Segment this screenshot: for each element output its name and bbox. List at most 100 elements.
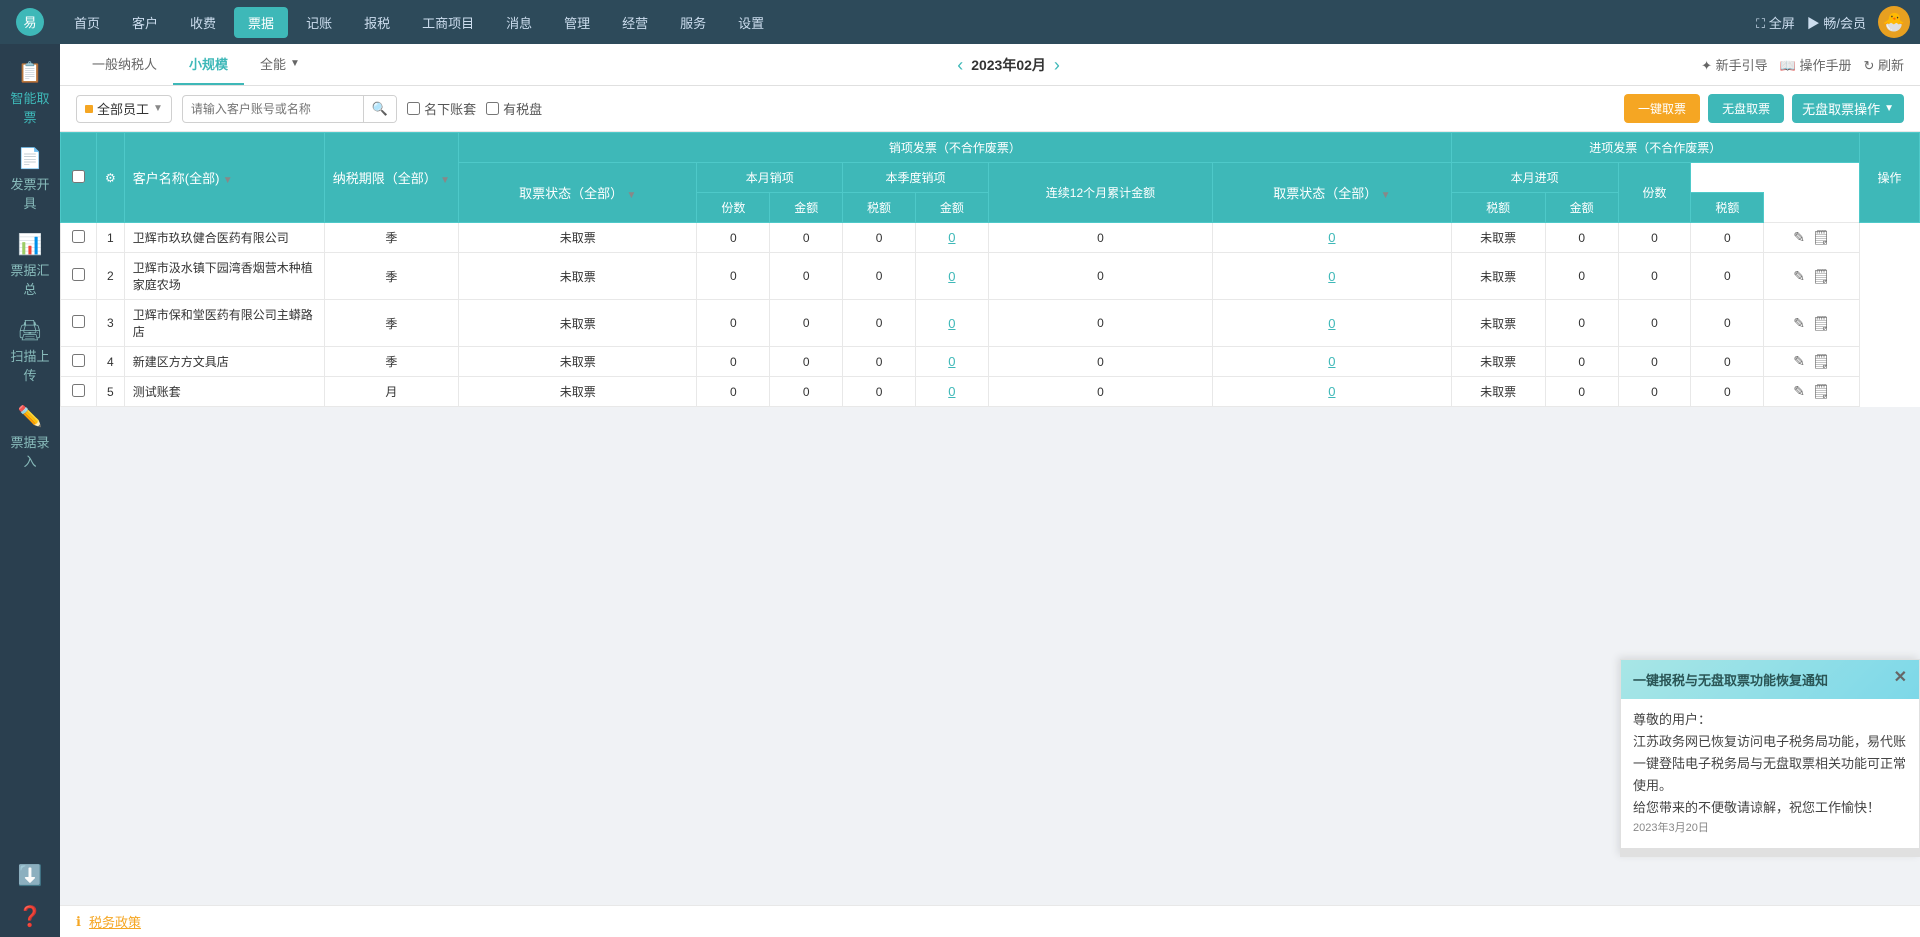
fullscreen-btn[interactable]: ⛶ 全屏	[1756, 13, 1795, 32]
svg-text:易: 易	[23, 15, 36, 30]
row-num-5: 5	[97, 377, 125, 407]
sidebar-item-smart-ticket[interactable]: 📋 智能取票	[2, 52, 58, 134]
row-sq-amount-3[interactable]: 0	[915, 300, 988, 347]
row-s-copies-4: 0	[697, 347, 770, 377]
row-annual-2[interactable]: 0	[1213, 253, 1451, 300]
nav-tax[interactable]: 报税	[350, 7, 404, 38]
th-sq-tax: 税额	[1451, 193, 1545, 223]
sub-tabs-left: 一般纳税人 小规模 全能 ▼	[76, 44, 316, 85]
sub-tabs-bar: 一般纳税人 小规模 全能 ▼ ‹ 2023年02月 › ✦ 新手引导 📖 操作手…	[60, 44, 1920, 86]
row-checkbox-2[interactable]	[61, 253, 97, 300]
row-purchase-status-4: 未取票	[1451, 347, 1545, 377]
new-guide-btn[interactable]: ✦ 新手引导	[1701, 55, 1768, 74]
tab-all[interactable]: 全能 ▼	[244, 44, 316, 85]
checkbox-has-disk-input[interactable]	[486, 102, 499, 115]
nav-message[interactable]: 消息	[492, 7, 546, 38]
row-detail-3[interactable]: 🗒	[1812, 315, 1830, 331]
nav-home[interactable]: 首页	[60, 7, 114, 38]
nav-bookkeeping[interactable]: 记账	[292, 7, 346, 38]
row-edit-5[interactable]: ✎	[1793, 383, 1805, 399]
client-name-filter-icon[interactable]: ▼	[223, 175, 233, 186]
date-next-btn[interactable]: ›	[1054, 56, 1060, 74]
member-btn[interactable]: ▶ 畅/会员	[1807, 13, 1866, 32]
row-edit-4[interactable]: ✎	[1793, 353, 1805, 369]
notification-scrollbar[interactable]	[1621, 848, 1919, 856]
row-s-tax-4: 0	[843, 347, 916, 377]
nav-invoice[interactable]: 票据	[234, 7, 288, 38]
row-edit-3[interactable]: ✎	[1793, 315, 1805, 331]
sidebar-item-invoice-summary[interactable]: 📊 票据汇总	[2, 224, 58, 306]
refresh-btn[interactable]: ↻ 刷新	[1863, 55, 1904, 74]
row-ops-1: ✎ 🗒	[1764, 223, 1860, 253]
th-s-tax: 税额	[843, 193, 916, 223]
nav-operation[interactable]: 经营	[608, 7, 662, 38]
row-sq-amount-5[interactable]: 0	[915, 377, 988, 407]
row-annual-4[interactable]: 0	[1213, 347, 1451, 377]
notification-greeting: 尊敬的用户：	[1633, 709, 1907, 731]
main-table: ⚙ 客户名称(全部) ▼ 纳税期限（全部） ▼ 销项发票（不合作废票） 进项发票…	[60, 132, 1920, 407]
tab-general-taxpayer[interactable]: 一般纳税人	[76, 44, 173, 85]
sidebar-item-ticket-entry[interactable]: ✏️ 票据录入	[2, 396, 58, 478]
sales-status-filter-icon[interactable]: ▼	[626, 190, 636, 201]
row-annual-3[interactable]: 0	[1213, 300, 1451, 347]
no-disk-op-btn[interactable]: 无盘取票操作 ▼	[1792, 94, 1904, 123]
row-sq-amount-1[interactable]: 0	[915, 223, 988, 253]
row-annual-1[interactable]: 0	[1213, 223, 1451, 253]
tax-policy-link[interactable]: 税务政策	[89, 912, 141, 931]
row-checkbox-5[interactable]	[61, 377, 97, 407]
row-edit-2[interactable]: ✎	[1793, 268, 1805, 284]
th-period: 纳税期限（全部） ▼	[324, 133, 458, 223]
search-input[interactable]	[183, 102, 363, 116]
employee-select[interactable]: 全部员工 ▼	[76, 95, 172, 123]
purchase-status-filter-icon[interactable]: ▼	[1381, 190, 1391, 201]
nav-manage[interactable]: 管理	[550, 7, 604, 38]
row-p-copies-2: 0	[1545, 253, 1618, 300]
tab-small-scale[interactable]: 小规模	[173, 44, 244, 85]
select-all-checkbox[interactable]	[72, 170, 85, 183]
th-settings-icon[interactable]: ⚙	[97, 133, 125, 223]
search-wrap: 🔍	[182, 95, 397, 123]
row-sq-amount-4[interactable]: 0	[915, 347, 988, 377]
checkbox-own-account-input[interactable]	[407, 102, 420, 115]
sidebar-label-smart-ticket: 智能取票	[6, 88, 54, 126]
sidebar-item-scan-upload[interactable]: 🖨 扫描上传	[2, 310, 58, 392]
row-detail-4[interactable]: 🗒	[1812, 353, 1830, 369]
row-checkbox-4[interactable]	[61, 347, 97, 377]
nav-fee[interactable]: 收费	[176, 7, 230, 38]
nav-service[interactable]: 服务	[666, 7, 720, 38]
notification-close-btn[interactable]: ✕	[1894, 670, 1907, 686]
scan-upload-icon: 🖨	[17, 318, 42, 343]
one-click-ticket-btn[interactable]: 一键取票	[1624, 94, 1700, 123]
no-disk-ticket-btn[interactable]: 无盘取票	[1708, 94, 1784, 123]
nav-client[interactable]: 客户	[118, 7, 172, 38]
date-prev-btn[interactable]: ‹	[957, 56, 963, 74]
row-annual-5[interactable]: 0	[1213, 377, 1451, 407]
row-period-4: 季	[324, 347, 458, 377]
row-s-copies-3: 0	[697, 300, 770, 347]
checkbox-has-disk[interactable]: 有税盘	[486, 99, 542, 118]
row-detail-5[interactable]: 🗒	[1812, 383, 1830, 399]
top-right-tools: ⛶ 全屏 ▶ 畅/会员 🐣	[1756, 6, 1910, 38]
checkbox-own-account[interactable]: 名下账套	[407, 99, 476, 118]
row-sq-amount-2[interactable]: 0	[915, 253, 988, 300]
period-filter-icon[interactable]: ▼	[440, 175, 450, 186]
row-s-amount-4: 0	[770, 347, 843, 377]
nav-business[interactable]: 工商项目	[408, 7, 488, 38]
search-button[interactable]: 🔍	[363, 96, 396, 122]
sidebar-item-help[interactable]: ❓	[2, 896, 58, 937]
nav-settings[interactable]: 设置	[724, 7, 778, 38]
row-p-copies-1: 0	[1545, 223, 1618, 253]
date-nav: ‹ 2023年02月 ›	[957, 55, 1060, 75]
sidebar-item-invoice-open[interactable]: 📄 发票开具	[2, 138, 58, 220]
row-edit-1[interactable]: ✎	[1793, 229, 1805, 245]
notification-content: 江苏政务网已恢复访问电子税务局功能，易代账一键登陆电子税务局与无盘取票相关功能可…	[1633, 731, 1907, 797]
row-checkbox-3[interactable]	[61, 300, 97, 347]
row-detail-1[interactable]: 🗒	[1812, 229, 1830, 245]
manual-btn[interactable]: 📖 操作手册	[1780, 55, 1852, 74]
user-avatar[interactable]: 🐣	[1878, 6, 1910, 38]
sidebar-item-download[interactable]: ⬇️	[2, 855, 58, 896]
row-sq-tax-5: 0	[988, 377, 1212, 407]
th-ops: 操作	[1860, 133, 1920, 223]
row-detail-2[interactable]: 🗒	[1812, 268, 1830, 284]
row-checkbox-1[interactable]	[61, 223, 97, 253]
